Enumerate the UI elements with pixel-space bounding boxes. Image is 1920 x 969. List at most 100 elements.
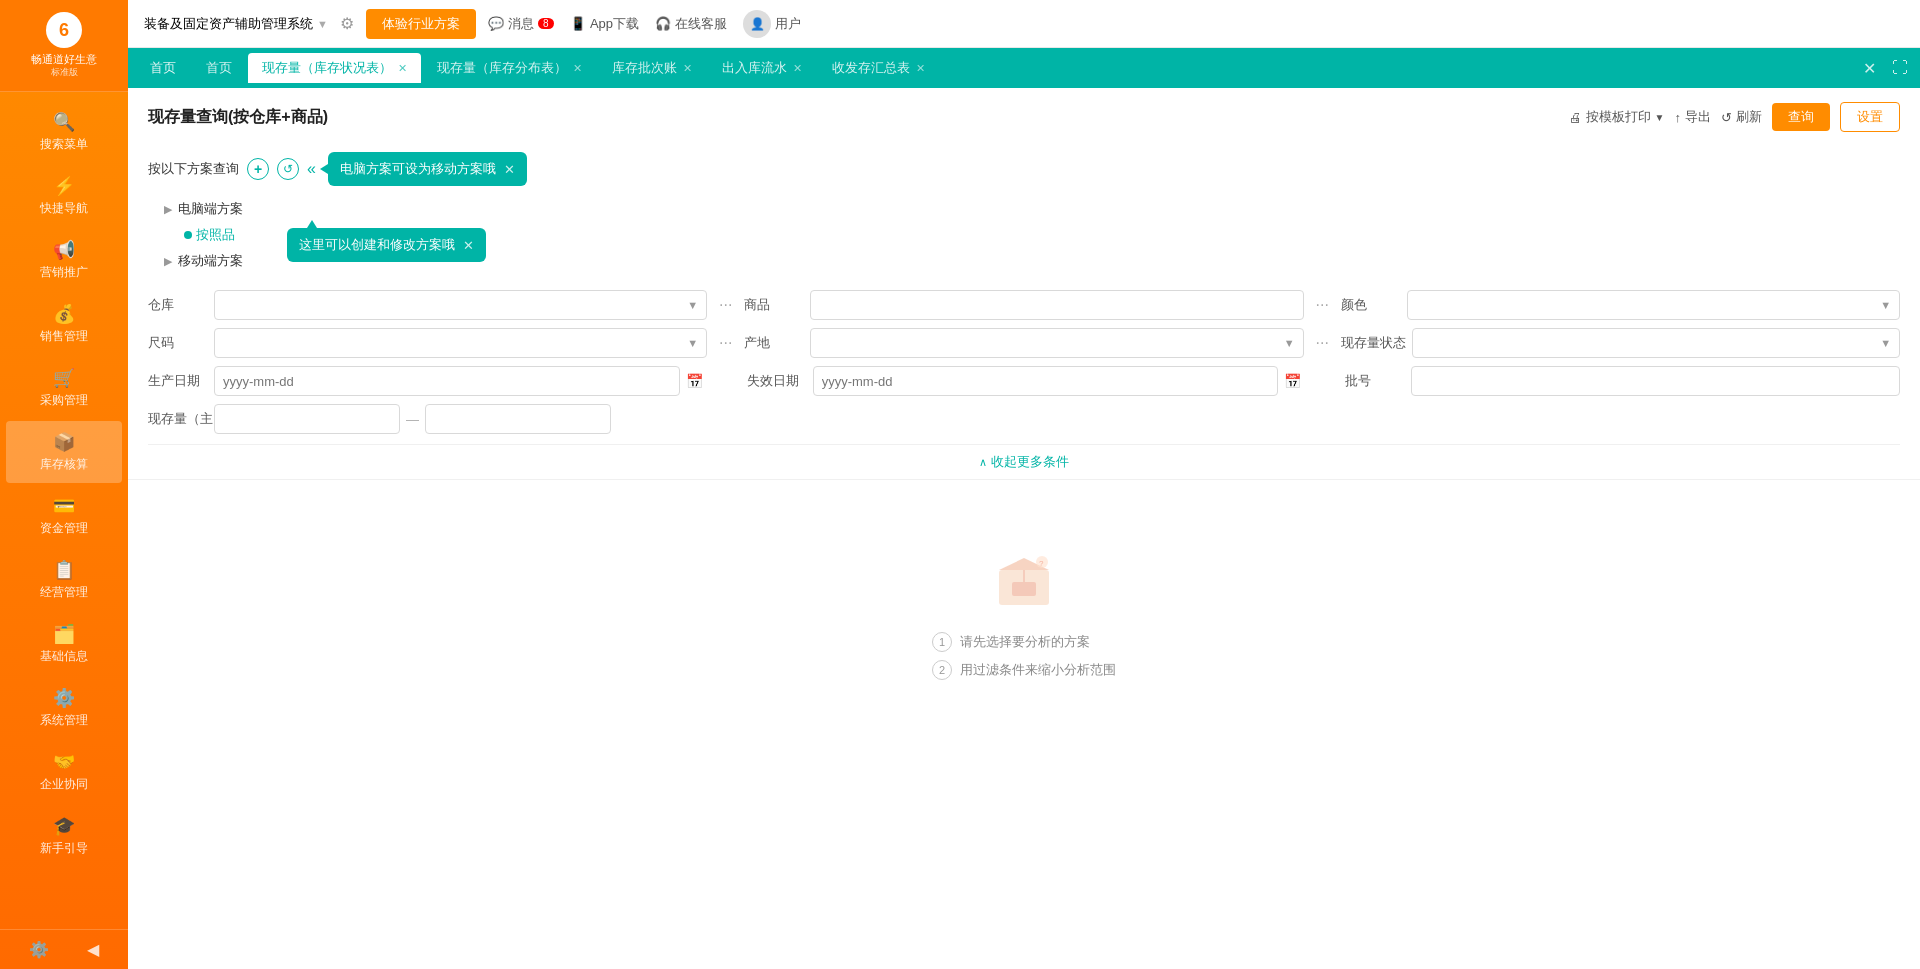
sidebar-item-search[interactable]: 🔍 搜索菜单 — [6, 101, 122, 163]
sidebar-item-finance[interactable]: 💳 资金管理 — [6, 485, 122, 547]
filter-back-btn[interactable]: « — [307, 160, 316, 178]
sidebar-item-purchase[interactable]: 🛒 采购管理 — [6, 357, 122, 419]
sidebar-item-basic[interactable]: 🗂️ 基础信息 — [6, 613, 122, 675]
tab-in-out-flow-close-icon[interactable]: ✕ — [793, 62, 802, 75]
tab-close-all-icon[interactable]: ✕ — [1859, 55, 1880, 82]
produce-date-calendar-icon[interactable]: 📅 — [686, 373, 703, 389]
warehouse-dots[interactable]: ··· — [719, 296, 732, 314]
filter-header: 按以下方案查询 + ↺ « 电脑方案可设为移动方案哦 ✕ — [148, 152, 1900, 186]
sidebar-item-operation[interactable]: 📋 经营管理 — [6, 549, 122, 611]
tab-inventory-dist[interactable]: 现存量（库存分布表）✕ — [423, 53, 596, 83]
collapse-label: 收起更多条件 — [991, 453, 1069, 471]
main-area: 装备及固定资产辅助管理系统 ▼ ⚙ 体验行业方案 💬 消息 8 📱 App下载 … — [128, 0, 1920, 969]
print-template-btn[interactable]: 🖨 按模板打印 ▼ — [1569, 108, 1665, 126]
query-btn[interactable]: 查询 — [1772, 103, 1830, 131]
qty-dash: — — [406, 412, 419, 427]
size-select[interactable]: ▼ — [214, 328, 707, 358]
status-select[interactable]: ▼ — [1412, 328, 1900, 358]
operation-nav-label: 经营管理 — [40, 584, 88, 601]
online-support-btn[interactable]: 🎧 在线客服 — [655, 15, 727, 33]
tooltip-1-close-btn[interactable]: ✕ — [504, 162, 515, 177]
size-dots[interactable]: ··· — [719, 334, 732, 352]
step-1-text: 请先选择要分析的方案 — [960, 633, 1090, 651]
tab-in-out-flow-label: 出入库流水 — [722, 59, 787, 77]
user-btn[interactable]: 👤 用户 — [743, 10, 801, 38]
tab-batch-ledger-close-icon[interactable]: ✕ — [683, 62, 692, 75]
sales-nav-icon: 💰 — [53, 303, 75, 325]
logo-text: 畅通道好生意 — [31, 52, 97, 66]
tab-home[interactable]: 首页 — [192, 53, 246, 83]
sidebar-item-system[interactable]: ⚙️ 系统管理 — [6, 677, 122, 739]
message-icon: 💬 — [488, 16, 504, 31]
system-title-select[interactable]: 装备及固定资产辅助管理系统 ▼ — [144, 15, 328, 33]
tooltip-2-close-btn[interactable]: ✕ — [463, 238, 474, 253]
tab-home[interactable]: 首页 — [136, 53, 190, 83]
tab-home-label: 首页 — [206, 59, 232, 77]
avatar: 👤 — [743, 10, 771, 38]
scheme-tree-pc-sub[interactable]: 按照品 — [176, 222, 251, 248]
sidebar-item-sales[interactable]: 💰 销售管理 — [6, 293, 122, 355]
title-actions: 🖨 按模板打印 ▼ ↑ 导出 ↺ 刷新 查询 设置 — [1569, 102, 1900, 132]
size-label: 尺码 — [148, 334, 208, 352]
tab-inventory-status[interactable]: 现存量（库存状况表）✕ — [248, 53, 421, 83]
produce-date-input[interactable] — [214, 366, 680, 396]
collapse-bar[interactable]: ∧ 收起更多条件 — [148, 444, 1900, 479]
page-area: 现存量查询(按仓库+商品) 🖨 按模板打印 ▼ ↑ 导出 ↺ 刷新 — [128, 88, 1920, 969]
origin-dots[interactable]: ··· — [1316, 334, 1329, 352]
sidebar-item-quick-nav[interactable]: ⚡ 快捷导航 — [6, 165, 122, 227]
refresh-btn[interactable]: ↺ 刷新 — [1721, 108, 1762, 126]
batch-input[interactable] — [1411, 366, 1900, 396]
goods-select[interactable] — [810, 290, 1303, 320]
filter-row-3: 生产日期 📅 失效日期 📅 批号 — [148, 366, 1900, 396]
goods-dots[interactable]: ··· — [1316, 296, 1329, 314]
finance-nav-label: 资金管理 — [40, 520, 88, 537]
messages-label: 消息 — [508, 15, 534, 33]
origin-select[interactable]: ▼ — [810, 328, 1303, 358]
qty-min-input[interactable] — [214, 404, 400, 434]
tab-received-summary-label: 收发存汇总表 — [832, 59, 910, 77]
sidebar-item-newbie[interactable]: 🎓 新手引导 — [6, 805, 122, 867]
tab-bar-right: ✕ ⛶ — [1859, 55, 1912, 82]
color-label: 颜色 — [1341, 296, 1401, 314]
sidebar-item-enterprise[interactable]: 🤝 企业协同 — [6, 741, 122, 803]
tab-inventory-status-close-icon[interactable]: ✕ — [398, 62, 407, 75]
messages-btn[interactable]: 💬 消息 8 — [488, 15, 554, 33]
settings-footer-icon[interactable]: ⚙️ — [29, 940, 49, 959]
status-label: 现存量状态 — [1341, 334, 1406, 352]
scheme-tree-pc[interactable]: ▶ 电脑端方案 — [156, 196, 251, 222]
scheme-tree-mobile[interactable]: ▶ 移动端方案 — [156, 248, 251, 274]
enterprise-nav-icon: 🤝 — [53, 751, 75, 773]
produce-date-label: 生产日期 — [148, 372, 208, 390]
collapse-footer-icon[interactable]: ◀ — [87, 940, 99, 959]
content-panel: 现存量查询(按仓库+商品) 🖨 按模板打印 ▼ ↑ 导出 ↺ 刷新 — [128, 88, 1920, 969]
warehouse-select[interactable]: ▼ — [214, 290, 707, 320]
quick-nav-nav-icon: ⚡ — [53, 175, 75, 197]
top-header: 装备及固定资产辅助管理系统 ▼ ⚙ 体验行业方案 💬 消息 8 📱 App下载 … — [128, 0, 1920, 48]
header-gear-icon[interactable]: ⚙ — [340, 14, 354, 33]
sidebar-item-marketing[interactable]: 📢 营销推广 — [6, 229, 122, 291]
settings-btn[interactable]: 设置 — [1840, 102, 1900, 132]
expire-date-calendar-icon[interactable]: 📅 — [1284, 373, 1301, 389]
tab-received-summary-close-icon[interactable]: ✕ — [916, 62, 925, 75]
tab-bar: 首页 首页现存量（库存状况表）✕现存量（库存分布表）✕库存批次账✕出入库流水✕收… — [128, 48, 1920, 88]
tab-in-out-flow[interactable]: 出入库流水 ✕ — [708, 53, 816, 83]
filter-row-4: 现存量（主） — — [148, 404, 1900, 434]
enterprise-nav-label: 企业协同 — [40, 776, 88, 793]
tab-inventory-dist-close-icon[interactable]: ✕ — [573, 62, 582, 75]
basic-nav-label: 基础信息 — [40, 648, 88, 665]
tab-batch-ledger[interactable]: 库存批次账✕ — [598, 53, 706, 83]
tab-received-summary[interactable]: 收发存汇总表 ✕ — [818, 53, 939, 83]
collapse-up-icon: ∧ — [979, 456, 987, 469]
filter-refresh-btn[interactable]: ↺ — [277, 158, 299, 180]
qty-max-input[interactable] — [425, 404, 611, 434]
app-download-btn[interactable]: 📱 App下载 — [570, 15, 639, 33]
sidebar-item-inventory[interactable]: 📦 库存核算 — [6, 421, 122, 483]
experience-btn[interactable]: 体验行业方案 — [366, 9, 476, 39]
purchase-nav-label: 采购管理 — [40, 392, 88, 409]
expire-date-input[interactable] — [813, 366, 1279, 396]
tab-fullscreen-icon[interactable]: ⛶ — [1888, 55, 1912, 81]
filter-add-btn[interactable]: + — [247, 158, 269, 180]
export-btn[interactable]: ↑ 导出 — [1675, 108, 1712, 126]
color-select[interactable]: ▼ — [1407, 290, 1900, 320]
quick-nav-nav-label: 快捷导航 — [40, 200, 88, 217]
